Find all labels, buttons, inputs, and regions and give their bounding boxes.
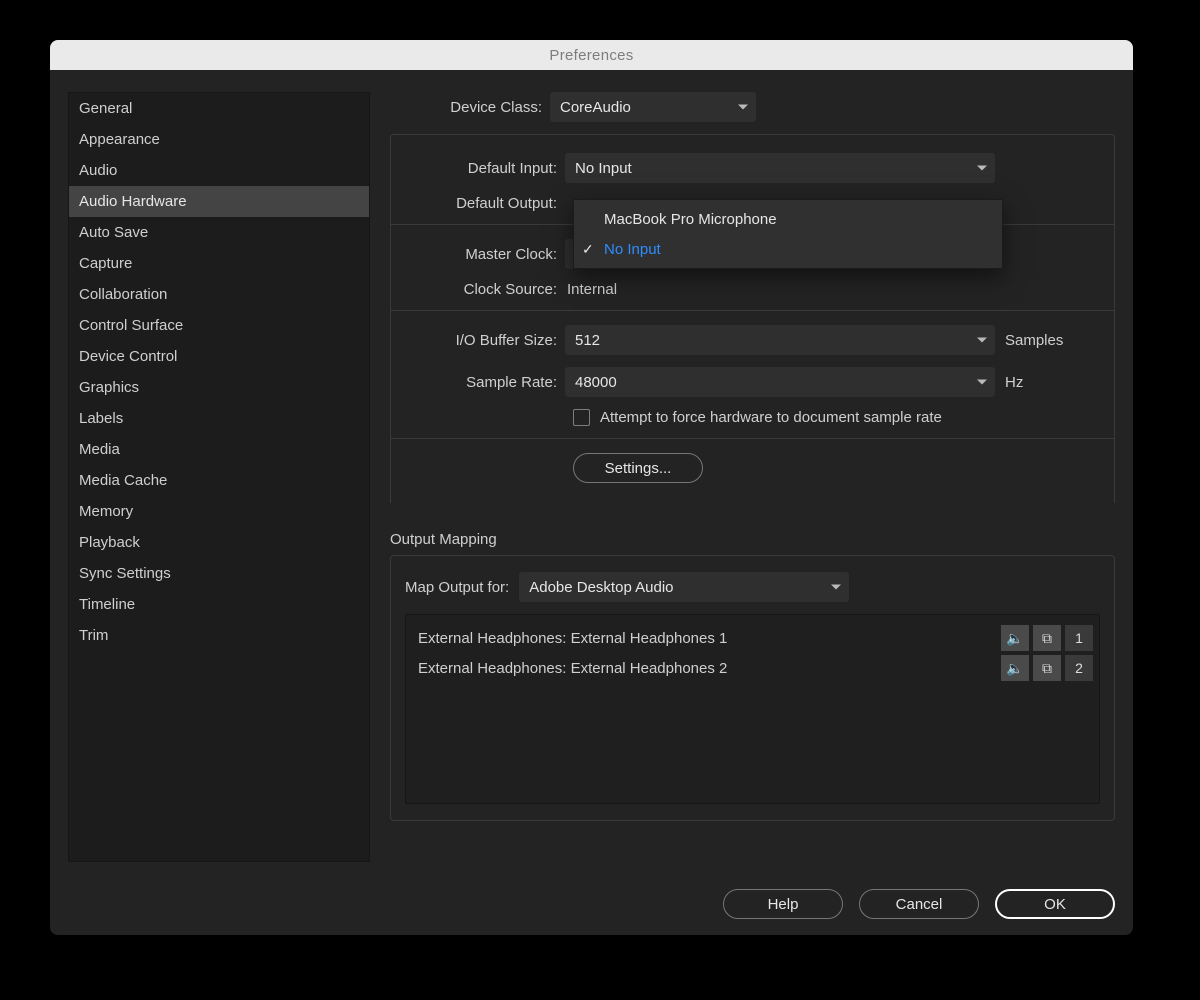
samples-unit: Samples xyxy=(1005,332,1063,349)
preferences-dialog: Preferences GeneralAppearanceAudioAudio … xyxy=(50,40,1133,935)
sidebar-item-collaboration[interactable]: Collaboration xyxy=(69,279,369,310)
input-menu-item[interactable]: ✓No Input xyxy=(574,234,1002,264)
default-input-select[interactable]: No Input xyxy=(565,153,995,183)
sidebar-item-general[interactable]: General xyxy=(69,93,369,124)
mapping-row: External Headphones: External Headphones… xyxy=(412,653,1093,683)
sample-rate-select[interactable]: 48000 xyxy=(565,367,995,397)
output-mapping-list: External Headphones: External Headphones… xyxy=(405,614,1100,804)
force-sample-rate-checkbox[interactable] xyxy=(573,409,590,426)
io-buffer-select[interactable]: 512 xyxy=(565,325,995,355)
sidebar-item-control-surface[interactable]: Control Surface xyxy=(69,310,369,341)
speaker-icon[interactable]: 🔈 xyxy=(1001,655,1029,681)
chevron-down-icon xyxy=(738,105,748,110)
clock-source-value: Internal xyxy=(565,281,617,298)
sidebar-item-media-cache[interactable]: Media Cache xyxy=(69,465,369,496)
default-input-label: Default Input: xyxy=(405,160,565,177)
sidebar-item-capture[interactable]: Capture xyxy=(69,248,369,279)
check-icon: ✓ xyxy=(582,241,594,258)
chevron-down-icon xyxy=(977,380,987,385)
main-panel: Device Class: CoreAudio Default Input: N… xyxy=(390,92,1115,875)
cancel-button[interactable]: Cancel xyxy=(859,889,979,919)
sidebar-item-trim[interactable]: Trim xyxy=(69,620,369,651)
map-output-label: Map Output for: xyxy=(405,579,519,596)
sidebar-item-device-control[interactable]: Device Control xyxy=(69,341,369,372)
device-class-select[interactable]: CoreAudio xyxy=(550,92,756,122)
channel-number[interactable]: 1 xyxy=(1065,625,1093,651)
sidebar-item-audio[interactable]: Audio xyxy=(69,155,369,186)
clock-source-label: Clock Source: xyxy=(405,281,565,298)
default-output-label: Default Output: xyxy=(405,195,565,212)
sidebar-item-appearance[interactable]: Appearance xyxy=(69,124,369,155)
map-output-select[interactable]: Adobe Desktop Audio xyxy=(519,572,849,602)
master-clock-label: Master Clock: xyxy=(405,246,565,263)
sidebar-item-memory[interactable]: Memory xyxy=(69,496,369,527)
mapping-row-label: External Headphones: External Headphones… xyxy=(412,630,997,647)
category-sidebar: GeneralAppearanceAudioAudio HardwareAuto… xyxy=(68,92,370,862)
link-icon[interactable]: ⧉ xyxy=(1033,625,1061,651)
sidebar-item-graphics[interactable]: Graphics xyxy=(69,372,369,403)
window-title: Preferences xyxy=(549,47,633,64)
sidebar-item-timeline[interactable]: Timeline xyxy=(69,589,369,620)
sidebar-item-audio-hardware[interactable]: Audio Hardware xyxy=(69,186,369,217)
sidebar-item-labels[interactable]: Labels xyxy=(69,403,369,434)
chevron-down-icon xyxy=(831,585,841,590)
speaker-icon[interactable]: 🔈 xyxy=(1001,625,1029,651)
io-buffer-label: I/O Buffer Size: xyxy=(405,332,565,349)
input-menu-item[interactable]: MacBook Pro Microphone xyxy=(574,204,1002,234)
mapping-row-label: External Headphones: External Headphones… xyxy=(412,660,997,677)
sidebar-item-sync-settings[interactable]: Sync Settings xyxy=(69,558,369,589)
link-icon[interactable]: ⧉ xyxy=(1033,655,1061,681)
sample-rate-label: Sample Rate: xyxy=(405,374,565,391)
output-mapping-legend: Output Mapping xyxy=(390,531,497,548)
chevron-down-icon xyxy=(977,166,987,171)
chevron-down-icon xyxy=(977,338,987,343)
mapping-row: External Headphones: External Headphones… xyxy=(412,623,1093,653)
titlebar: Preferences xyxy=(50,40,1133,70)
settings-button[interactable]: Settings... xyxy=(573,453,703,483)
ok-button[interactable]: OK xyxy=(995,889,1115,919)
channel-number[interactable]: 2 xyxy=(1065,655,1093,681)
dialog-footer: Help Cancel OK xyxy=(50,889,1115,919)
sidebar-item-auto-save[interactable]: Auto Save xyxy=(69,217,369,248)
help-button[interactable]: Help xyxy=(723,889,843,919)
hz-unit: Hz xyxy=(1005,374,1023,391)
default-input-menu[interactable]: MacBook Pro Microphone✓No Input xyxy=(573,199,1003,269)
force-sample-rate-label: Attempt to force hardware to document sa… xyxy=(598,409,942,426)
sidebar-item-media[interactable]: Media xyxy=(69,434,369,465)
sidebar-item-playback[interactable]: Playback xyxy=(69,527,369,558)
device-class-label: Device Class: xyxy=(390,99,550,116)
